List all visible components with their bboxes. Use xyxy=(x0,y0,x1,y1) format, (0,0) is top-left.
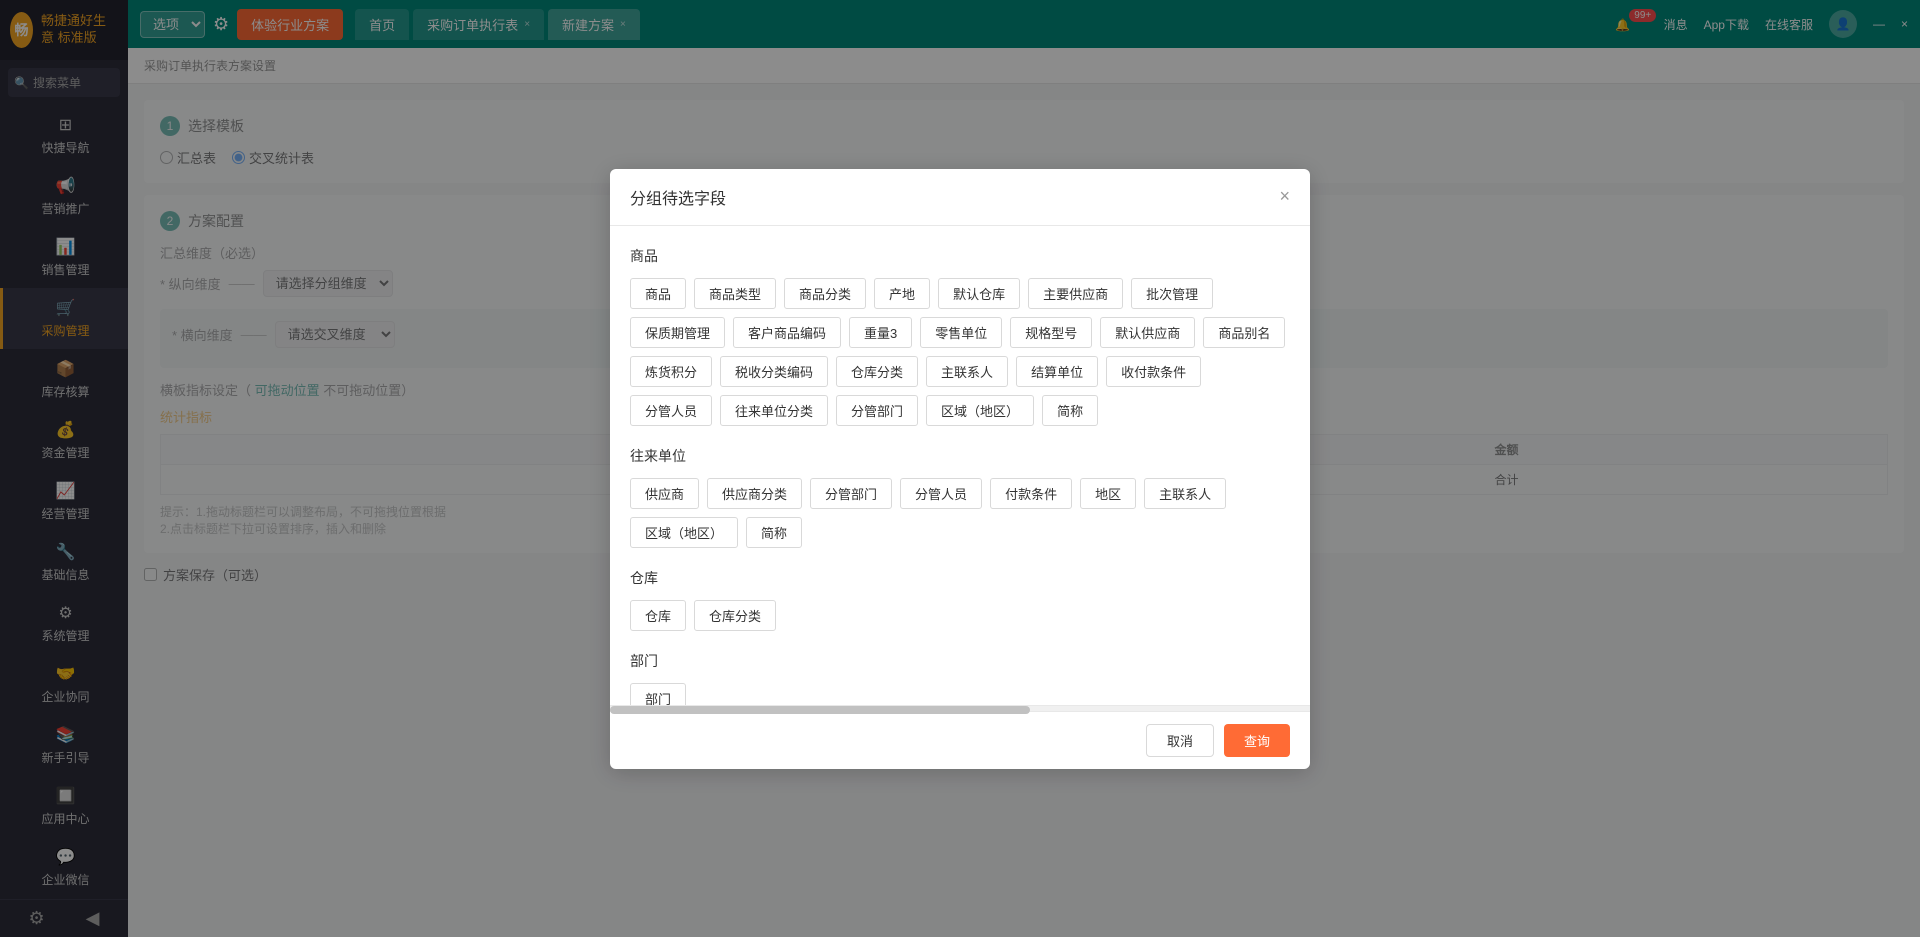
section-partner: 往来单位 供应商 供应商分类 分管部门 分管人员 付款条件 地区 主联系人 区域… xyxy=(630,446,1290,548)
section-department-tags: 部门 xyxy=(630,683,1290,706)
field-tag[interactable]: 供应商分类 xyxy=(707,478,802,509)
section-partner-tags: 供应商 供应商分类 分管部门 分管人员 付款条件 地区 主联系人 区域（地区） … xyxy=(630,478,1290,548)
section-goods-tags: 商品 商品类型 商品分类 产地 默认仓库 主要供应商 批次管理 保质期管理 客户… xyxy=(630,278,1290,426)
field-tag[interactable]: 仓库 xyxy=(630,600,686,631)
field-tag[interactable]: 部门 xyxy=(630,683,686,706)
field-tag[interactable]: 简称 xyxy=(1042,395,1098,426)
field-tag[interactable]: 产地 xyxy=(874,278,930,309)
field-tag[interactable]: 地区 xyxy=(1080,478,1136,509)
section-warehouse-tags: 仓库 仓库分类 xyxy=(630,600,1290,631)
section-goods: 商品 商品 商品类型 商品分类 产地 默认仓库 主要供应商 批次管理 保质期管理… xyxy=(630,246,1290,426)
field-tag[interactable]: 商品别名 xyxy=(1203,317,1285,348)
modal-body[interactable]: 商品 商品 商品类型 商品分类 产地 默认仓库 主要供应商 批次管理 保质期管理… xyxy=(610,226,1310,706)
cancel-button[interactable]: 取消 xyxy=(1146,724,1214,757)
section-department: 部门 部门 xyxy=(630,651,1290,706)
field-tag[interactable]: 主联系人 xyxy=(926,356,1008,387)
field-tag[interactable]: 分管部门 xyxy=(836,395,918,426)
field-tag[interactable]: 保质期管理 xyxy=(630,317,725,348)
field-tag[interactable]: 商品分类 xyxy=(784,278,866,309)
field-tag[interactable]: 分管人员 xyxy=(900,478,982,509)
modal-close-btn[interactable]: × xyxy=(1279,186,1290,207)
modal-hscrollbar[interactable] xyxy=(610,705,1310,710)
field-tag[interactable]: 零售单位 xyxy=(920,317,1002,348)
field-tag[interactable]: 收付款条件 xyxy=(1106,356,1201,387)
field-tag[interactable]: 炼货积分 xyxy=(630,356,712,387)
field-tag[interactable]: 商品类型 xyxy=(694,278,776,309)
field-tag[interactable]: 重量3 xyxy=(849,317,912,348)
field-tag[interactable]: 默认供应商 xyxy=(1100,317,1195,348)
section-department-title: 部门 xyxy=(630,651,1290,671)
field-tag[interactable]: 结算单位 xyxy=(1016,356,1098,387)
modal-title: 分组待选字段 xyxy=(630,185,726,209)
field-select-modal: 分组待选字段 × 商品 商品 商品类型 商品分类 产地 默认仓库 主要供应商 批… xyxy=(610,169,1310,769)
field-tag[interactable]: 简称 xyxy=(746,517,802,548)
confirm-button[interactable]: 查询 xyxy=(1224,724,1290,757)
section-goods-title: 商品 xyxy=(630,246,1290,266)
field-tag[interactable]: 往来单位分类 xyxy=(720,395,828,426)
modal-header: 分组待选字段 × xyxy=(610,169,1310,226)
section-partner-title: 往来单位 xyxy=(630,446,1290,466)
field-tag[interactable]: 供应商 xyxy=(630,478,699,509)
field-tag[interactable]: 客户商品编码 xyxy=(733,317,841,348)
field-tag[interactable]: 商品 xyxy=(630,278,686,309)
field-tag[interactable]: 仓库分类 xyxy=(836,356,918,387)
field-tag[interactable]: 分管人员 xyxy=(630,395,712,426)
field-tag[interactable]: 税收分类编码 xyxy=(720,356,828,387)
modal-hscroll-thumb[interactable] xyxy=(610,706,1030,714)
field-tag[interactable]: 分管部门 xyxy=(810,478,892,509)
section-warehouse: 仓库 仓库 仓库分类 xyxy=(630,568,1290,631)
field-tag[interactable]: 主要供应商 xyxy=(1028,278,1123,309)
field-tag[interactable]: 区域（地区） xyxy=(926,395,1034,426)
field-tag[interactable]: 仓库分类 xyxy=(694,600,776,631)
field-tag[interactable]: 默认仓库 xyxy=(938,278,1020,309)
field-tag[interactable]: 规格型号 xyxy=(1010,317,1092,348)
field-tag[interactable]: 主联系人 xyxy=(1144,478,1226,509)
field-tag[interactable]: 付款条件 xyxy=(990,478,1072,509)
modal-footer: 取消 查询 xyxy=(610,711,1310,769)
section-warehouse-title: 仓库 xyxy=(630,568,1290,588)
field-tag[interactable]: 批次管理 xyxy=(1131,278,1213,309)
field-tag[interactable]: 区域（地区） xyxy=(630,517,738,548)
